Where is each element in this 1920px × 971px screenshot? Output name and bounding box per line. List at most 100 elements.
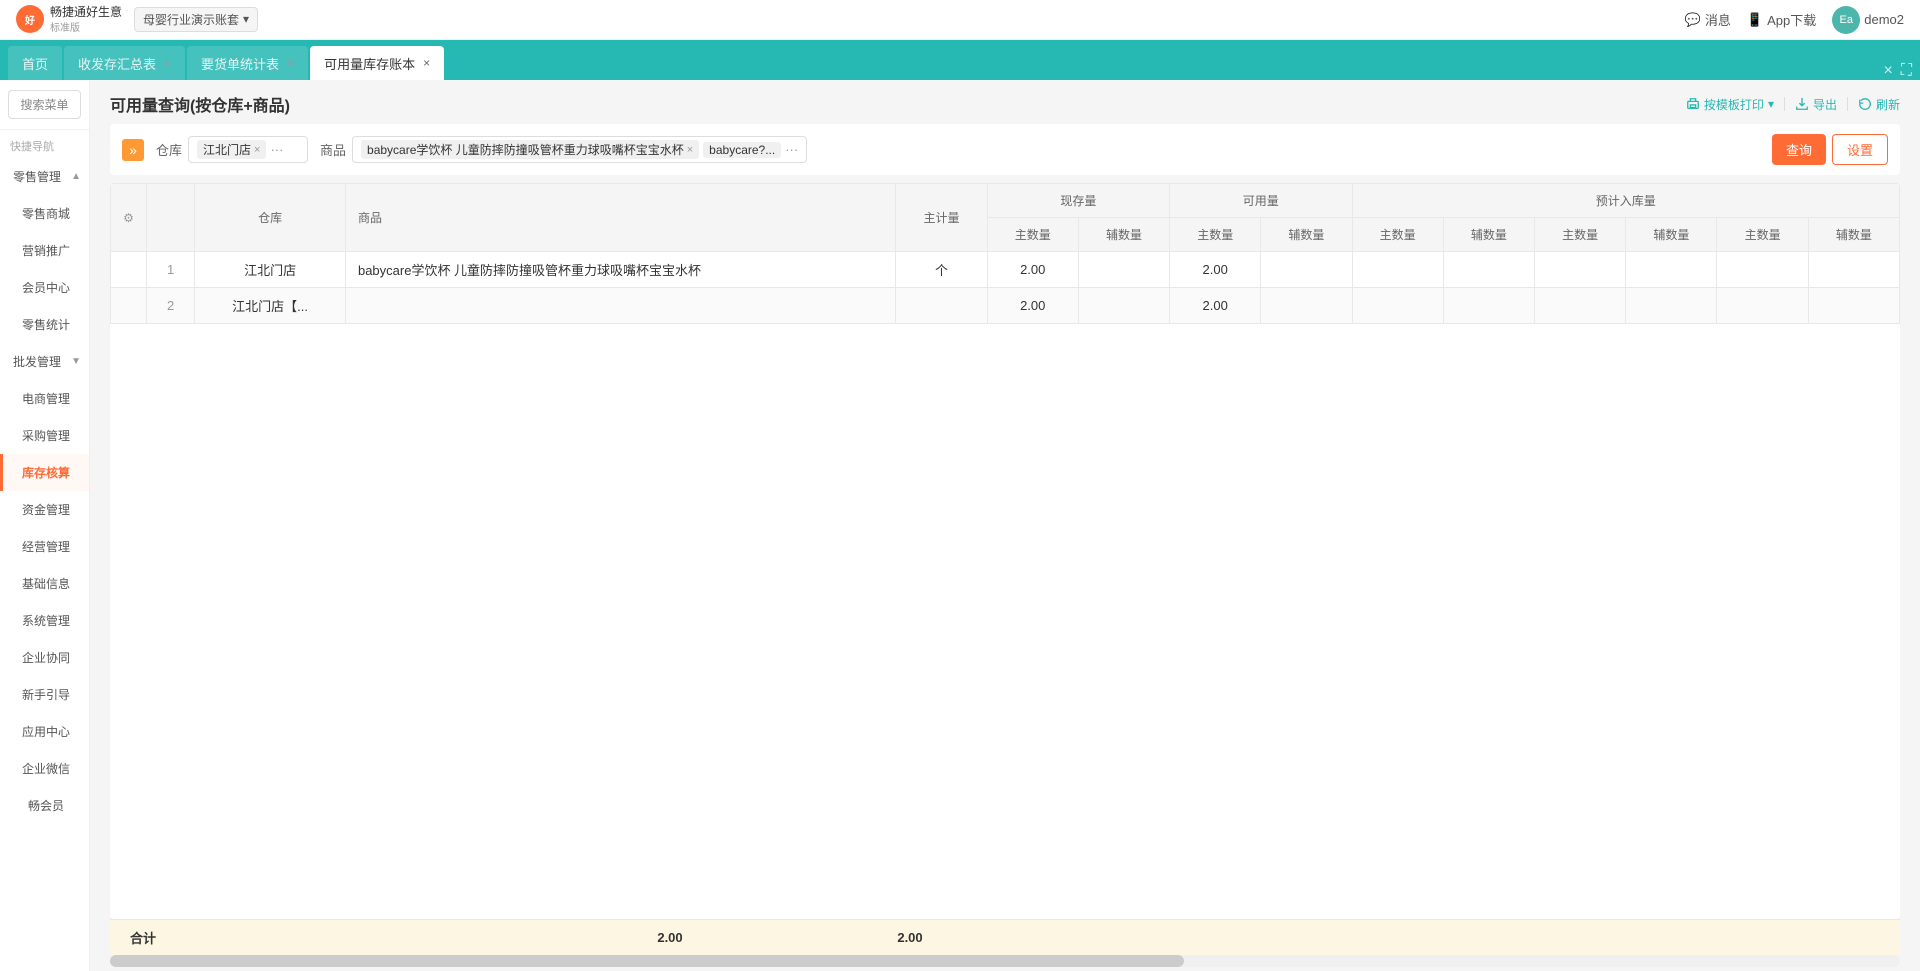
th-sub-0-sub: 辅数量 xyxy=(1443,218,1534,252)
tab-available-stock[interactable]: 可用量库存账本 × xyxy=(310,46,444,80)
th-current-stock-group: 现存量 xyxy=(987,184,1169,218)
td-prod-main-2 xyxy=(1717,288,1808,324)
td-inc-sub-1 xyxy=(1626,252,1717,288)
export-btn[interactable]: 导出 xyxy=(1795,96,1837,113)
sidebar-item-finance-label: 资金管理 xyxy=(22,503,70,517)
product-more-icon[interactable]: ··· xyxy=(785,142,798,157)
print-chevron-icon: ▾ xyxy=(1768,97,1774,111)
avatar-initials: Ea xyxy=(1840,14,1853,26)
warehouse-tag-text: 江北门店 xyxy=(203,141,251,158)
sidebar-item-inventory-label: 库存核算 xyxy=(22,466,70,480)
industry-label: 母婴行业演示账套 xyxy=(143,11,239,28)
top-bar-right: 💬 消息 📱 App下载 Ea demo2 xyxy=(1685,6,1904,34)
sidebar-item-retail-mall[interactable]: 零售商城 xyxy=(0,195,89,232)
sidebar-nav-label: 快捷导航 xyxy=(0,130,89,158)
page-header-actions: 按模板打印 ▾ 导出 刷新 xyxy=(1686,96,1900,113)
sidebar-item-inventory[interactable]: 库存核算 xyxy=(0,454,89,491)
warehouse-more-icon[interactable]: ··· xyxy=(270,142,283,157)
sidebar-item-new-guide[interactable]: 新手引导 xyxy=(0,676,89,713)
th-available-group: 可用量 xyxy=(1170,184,1352,218)
sidebar-item-wholesale[interactable]: 批发管理 ▼ xyxy=(0,343,89,380)
warehouse-tag-close[interactable]: × xyxy=(254,144,260,156)
horizontal-scrollbar[interactable] xyxy=(110,955,1900,967)
messages-btn[interactable]: 💬 消息 xyxy=(1685,10,1731,29)
sidebar-item-purchase-label: 采购管理 xyxy=(22,429,70,443)
tab-order-stats-close[interactable]: × xyxy=(287,56,294,70)
logo-text-block: 畅捷通好生意 标准版 xyxy=(50,5,122,34)
fullscreen-icon[interactable]: ⛶ xyxy=(1901,62,1912,80)
top-bar-left: 好 畅捷通好生意 标准版 母婴行业演示账套 ▾ xyxy=(16,5,258,34)
th-sub-1-sub: 辅数量 xyxy=(1626,218,1717,252)
sidebar-item-retail-mall-label: 零售商城 xyxy=(22,207,70,221)
tab-available-stock-label: 可用量库存账本 xyxy=(324,54,415,73)
tab-summary-close[interactable]: × xyxy=(164,56,171,70)
column-settings-icon[interactable]: ⚙ xyxy=(123,211,134,225)
sidebar-item-system[interactable]: 系统管理 xyxy=(0,602,89,639)
th-avail-sub: 辅数量 xyxy=(1261,218,1352,252)
sidebar-item-wholesale-label: 批发管理 xyxy=(13,353,61,370)
sidebar-item-purchase[interactable]: 采购管理 xyxy=(0,417,89,454)
td-warehouse-2: 江北门店【... xyxy=(195,288,346,324)
page-header: 可用量查询(按仓库+商品) 按模板打印 ▾ 导出 刷新 xyxy=(90,80,1920,124)
td-inc-sub-2 xyxy=(1626,288,1717,324)
setting-btn[interactable]: 设置 xyxy=(1832,134,1888,165)
sidebar-item-operations[interactable]: 经营管理 xyxy=(0,528,89,565)
sidebar-item-ecommerce-label: 电商管理 xyxy=(22,392,70,406)
close-all-tabs-icon[interactable]: × xyxy=(1883,62,1892,80)
divider2 xyxy=(1847,97,1848,111)
sidebar-item-enterprise-wechat[interactable]: 企业微信 xyxy=(0,750,89,787)
th-warehouse: 仓库 xyxy=(195,184,346,252)
sidebar-item-retail-mgmt[interactable]: 零售管理 ▲ xyxy=(0,158,89,195)
td-gear-1 xyxy=(111,252,147,288)
sidebar-item-basic-info-label: 基础信息 xyxy=(22,577,70,591)
scroll-thumb[interactable] xyxy=(110,955,1184,967)
app-download-btn[interactable]: 📱 App下载 xyxy=(1747,10,1816,29)
sidebar-item-marketing[interactable]: 营销推广 xyxy=(0,232,89,269)
message-icon: 💬 xyxy=(1685,12,1701,28)
td-current-sub-1 xyxy=(1078,252,1169,288)
tab-home[interactable]: 首页 xyxy=(8,46,62,80)
sidebar-item-retail-mgmt-label: 零售管理 xyxy=(13,168,61,185)
refresh-btn[interactable]: 刷新 xyxy=(1858,96,1900,113)
tab-available-stock-close[interactable]: × xyxy=(423,56,430,70)
td-gear-2 xyxy=(111,288,147,324)
user-name: demo2 xyxy=(1864,12,1904,27)
sidebar-item-member-center[interactable]: 会员中心 xyxy=(0,269,89,306)
td-avail-sub-2 xyxy=(1261,288,1352,324)
product-filter-value[interactable]: babycare学饮杯 儿童防摔防撞吸管杯重力球吸嘴杯宝宝水杯 × babyca… xyxy=(352,136,807,163)
td-avail-main-2: 2.00 xyxy=(1170,288,1261,324)
product-tag-2-text: babycare?... xyxy=(709,143,775,157)
refresh-label: 刷新 xyxy=(1876,96,1900,113)
print-btn[interactable]: 按模板打印 ▾ xyxy=(1686,96,1774,113)
tab-order-stats[interactable]: 要货单统计表 × xyxy=(187,46,308,80)
product-tag-1-close[interactable]: × xyxy=(687,144,693,156)
query-btn[interactable]: 查询 xyxy=(1772,134,1826,165)
sidebar-item-operations-label: 经营管理 xyxy=(22,540,70,554)
th-seq xyxy=(147,184,195,252)
tab-summary[interactable]: 收发存汇总表 × xyxy=(64,46,185,80)
top-bar: 好 畅捷通好生意 标准版 母婴行业演示账套 ▾ 💬 消息 📱 App下载 Ea … xyxy=(0,0,1920,40)
td-warehouse-1: 江北门店 xyxy=(195,252,346,288)
sidebar-item-basic-info[interactable]: 基础信息 xyxy=(0,565,89,602)
tab-home-label: 首页 xyxy=(22,54,48,73)
print-label: 按模板打印 xyxy=(1704,96,1764,113)
sidebar-item-app-center[interactable]: 应用中心 xyxy=(0,713,89,750)
page-title: 可用量查询(按仓库+商品) xyxy=(110,92,290,116)
expand-filter-btn[interactable]: » xyxy=(122,139,144,161)
td-inc-main-1 xyxy=(1535,252,1626,288)
sidebar-item-retail-stats[interactable]: 零售统计 xyxy=(0,306,89,343)
sidebar-item-member[interactable]: 畅会员 xyxy=(0,787,89,824)
tab-bar: 首页 收发存汇总表 × 要货单统计表 × 可用量库存账本 × × ⛶ xyxy=(0,40,1920,80)
tab-bar-actions: × ⛶ xyxy=(1883,62,1912,80)
th-current-sub: 辅数量 xyxy=(1078,218,1169,252)
warehouse-filter-value[interactable]: 江北门店 × ··· xyxy=(188,136,308,163)
sidebar-item-enterprise-coop[interactable]: 企业协同 xyxy=(0,639,89,676)
table-row: 2 江北门店【... 2.00 2.00 xyxy=(111,288,1900,324)
tab-order-stats-label: 要货单统计表 xyxy=(201,54,279,73)
td-avail-main-1: 2.00 xyxy=(1170,252,1261,288)
sidebar-item-finance[interactable]: 资金管理 xyxy=(0,491,89,528)
user-profile[interactable]: Ea demo2 xyxy=(1832,6,1904,34)
search-menu-btn[interactable]: 搜索菜单 xyxy=(8,90,81,119)
sidebar-item-ecommerce[interactable]: 电商管理 xyxy=(0,380,89,417)
industry-selector[interactable]: 母婴行业演示账套 ▾ xyxy=(134,7,258,32)
